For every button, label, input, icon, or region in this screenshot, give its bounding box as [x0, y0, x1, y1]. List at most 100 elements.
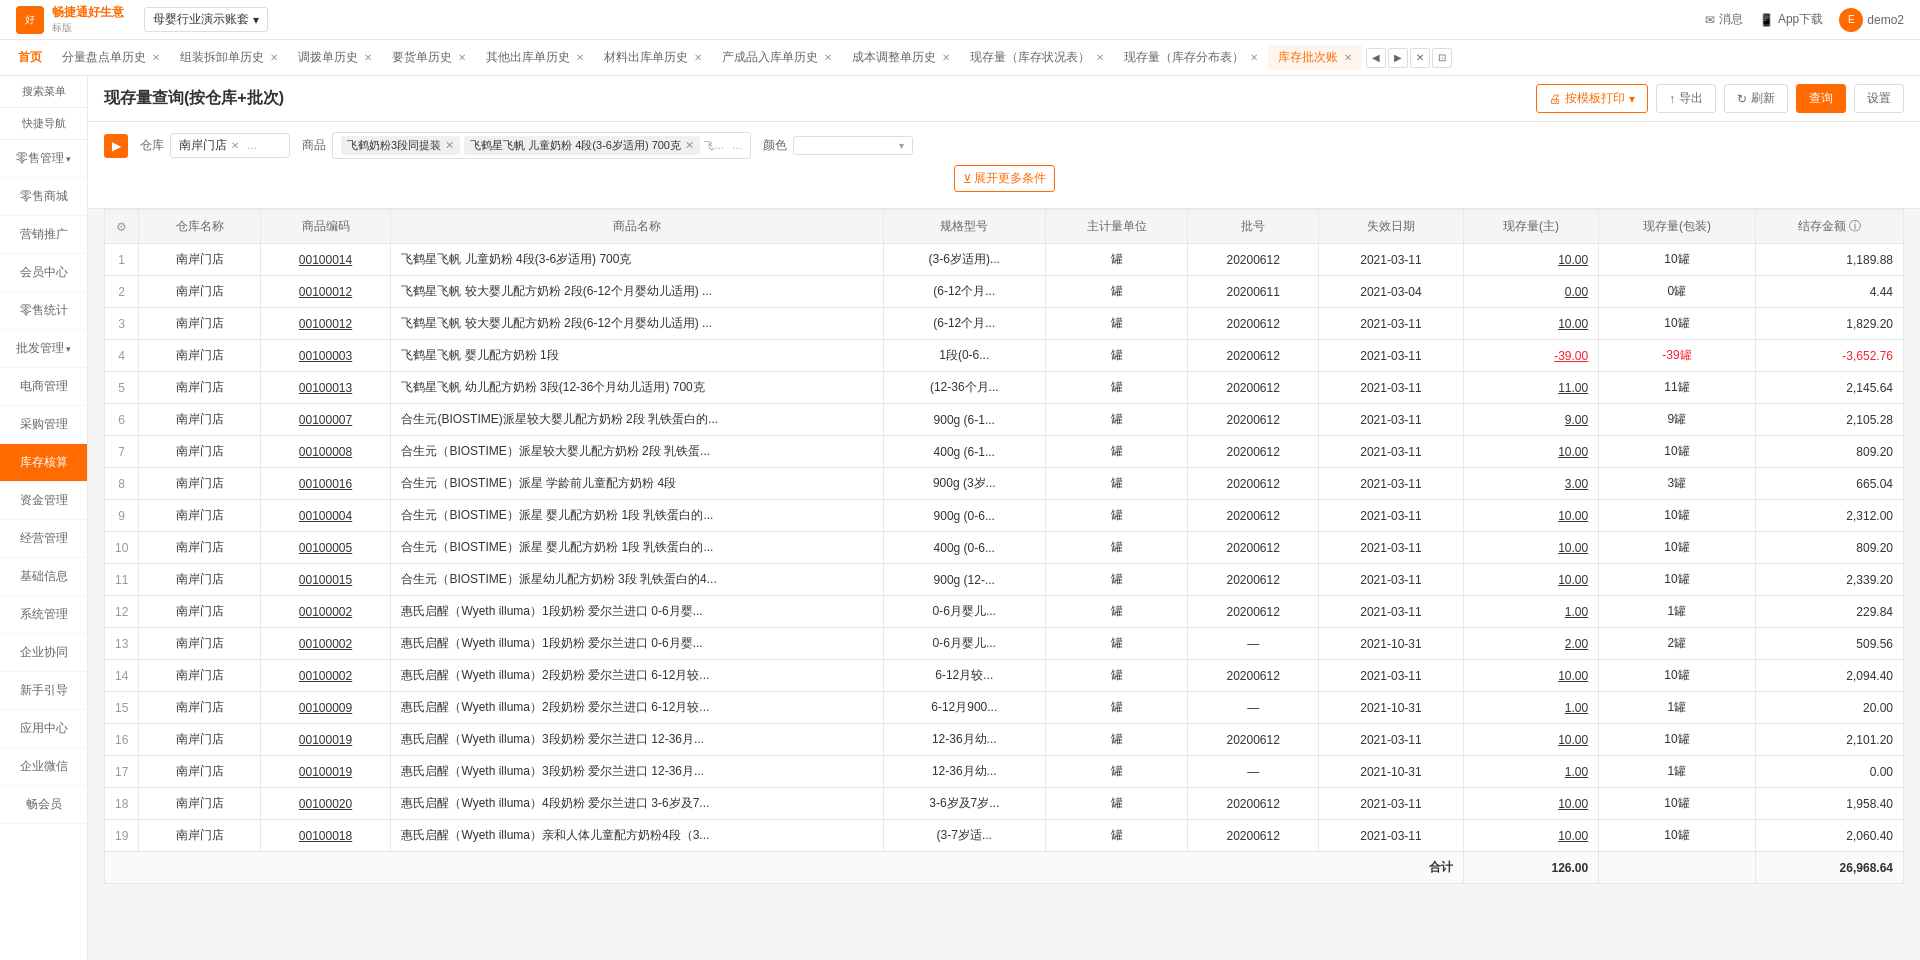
row-code[interactable]: 00100012	[260, 308, 391, 340]
row-code[interactable]: 00100007	[260, 404, 391, 436]
sidebar-item-system[interactable]: 系统管理	[0, 596, 87, 634]
row-qty[interactable]: 10.00	[1463, 820, 1598, 852]
row-qty[interactable]: 1.00	[1463, 596, 1598, 628]
row-code[interactable]: 00100002	[260, 596, 391, 628]
th-settings[interactable]: ⚙	[105, 210, 139, 244]
account-dropdown[interactable]: 母婴行业演示账套 ▾	[144, 7, 268, 32]
sidebar-item-retail-shop[interactable]: 零售商城	[0, 178, 87, 216]
tab-10[interactable]: 现存量（库存分布表） ✕	[1114, 45, 1268, 70]
nav-more[interactable]: ⊡	[1432, 48, 1452, 68]
row-code[interactable]: 00100019	[260, 724, 391, 756]
row-qty[interactable]: 3.00	[1463, 468, 1598, 500]
goods-tag-2[interactable]: 飞鹤星飞帆 儿童奶粉 4段(3-6岁适用) 700克 ✕	[464, 136, 700, 155]
row-code[interactable]: 00100013	[260, 372, 391, 404]
row-batch: 20200612	[1188, 660, 1319, 692]
row-code[interactable]: 00100012	[260, 276, 391, 308]
tab-5[interactable]: 其他出库单历史 ✕	[476, 45, 594, 70]
row-qty[interactable]: 10.00	[1463, 788, 1598, 820]
row-code[interactable]: 00100014	[260, 244, 391, 276]
tab-2[interactable]: 组装拆卸单历史 ✕	[170, 45, 288, 70]
sidebar-search[interactable]: 搜索菜单	[0, 76, 87, 108]
tab-11[interactable]: 库存批次账 ✕	[1268, 45, 1362, 70]
tab-7[interactable]: 产成品入库单历史 ✕	[712, 45, 842, 70]
row-qty[interactable]: 10.00	[1463, 500, 1598, 532]
sidebar-item-guide[interactable]: 新手引导	[0, 672, 87, 710]
row-code[interactable]: 00100009	[260, 692, 391, 724]
row-code[interactable]: 00100020	[260, 788, 391, 820]
row-qty[interactable]: 11.00	[1463, 372, 1598, 404]
app-download-btn[interactable]: 📱 App下载	[1759, 11, 1823, 28]
tab-6[interactable]: 材料出库单历史 ✕	[594, 45, 712, 70]
row-qty[interactable]: 1.00	[1463, 756, 1598, 788]
nav-next[interactable]: ▶	[1388, 48, 1408, 68]
tab-3[interactable]: 调拨单历史 ✕	[288, 45, 382, 70]
row-code[interactable]: 00100004	[260, 500, 391, 532]
sidebar-item-finance[interactable]: 资金管理	[0, 482, 87, 520]
row-qty[interactable]: 1.00	[1463, 692, 1598, 724]
export-btn[interactable]: ↑ 导出	[1656, 84, 1716, 113]
sidebar-item-basic-info[interactable]: 基础信息	[0, 558, 87, 596]
sidebar-item-purchase[interactable]: 采购管理	[0, 406, 87, 444]
print-btn[interactable]: 🖨 按模板打印 ▾	[1536, 84, 1648, 113]
nav-close[interactable]: ✕	[1410, 48, 1430, 68]
user-avatar[interactable]: E demo2	[1839, 8, 1904, 32]
warehouse-close-icon[interactable]: ✕	[231, 140, 239, 151]
refresh-btn[interactable]: ↻ 刷新	[1724, 84, 1788, 113]
row-qty[interactable]: 10.00	[1463, 308, 1598, 340]
tab-home[interactable]: 首页	[8, 45, 52, 70]
row-code[interactable]: 00100002	[260, 660, 391, 692]
row-qty[interactable]: 9.00	[1463, 404, 1598, 436]
goods-input[interactable]: 飞鹤奶粉3段同提装 ✕ 飞鹤星飞帆 儿童奶粉 4段(3-6岁适用) 700克 ✕…	[332, 132, 751, 159]
row-code[interactable]: 00100008	[260, 436, 391, 468]
sidebar-item-vip[interactable]: 畅会员	[0, 786, 87, 824]
table-row: 5 南岸门店 00100013 飞鹤星飞帆 幼儿配方奶粉 3段(12-36个月幼…	[105, 372, 1904, 404]
expand-btn[interactable]: ⊻ 展开更多条件	[954, 165, 1055, 192]
sidebar-item-inventory[interactable]: 库存核算	[0, 444, 87, 482]
warehouse-input[interactable]: 南岸门店 ✕ …	[170, 133, 290, 158]
sidebar-item-member[interactable]: 会员中心	[0, 254, 87, 292]
row-qty[interactable]: 10.00	[1463, 532, 1598, 564]
table-container[interactable]: ⚙ 仓库名称 商品编码 商品名称 规格型号 主计量单位 批号 失效日期 现存量(…	[88, 209, 1920, 960]
settings-btn[interactable]: 设置	[1854, 84, 1904, 113]
row-code[interactable]: 00100002	[260, 628, 391, 660]
row-qty[interactable]: 10.00	[1463, 564, 1598, 596]
filter-expand-arrow[interactable]: ▶	[104, 134, 128, 158]
color-input[interactable]: ▾	[793, 136, 913, 155]
row-code[interactable]: 00100019	[260, 756, 391, 788]
query-btn[interactable]: 查询	[1796, 84, 1846, 113]
row-code[interactable]: 00100016	[260, 468, 391, 500]
sidebar-item-marketing[interactable]: 营销推广	[0, 216, 87, 254]
goods-dots[interactable]: …	[732, 140, 742, 151]
tab-9[interactable]: 现存量（库存状况表） ✕	[960, 45, 1114, 70]
row-code[interactable]: 00100003	[260, 340, 391, 372]
tab-8[interactable]: 成本调整单历史 ✕	[842, 45, 960, 70]
tab-1[interactable]: 分量盘点单历史 ✕	[52, 45, 170, 70]
row-qty[interactable]: -39.00	[1463, 340, 1598, 372]
row-qty[interactable]: 10.00	[1463, 436, 1598, 468]
goods-tag-1[interactable]: 飞鹤奶粉3段同提装 ✕	[341, 136, 460, 155]
sidebar-quick[interactable]: 快捷导航	[0, 108, 87, 140]
row-qty[interactable]: 10.00	[1463, 244, 1598, 276]
sidebar-item-operations[interactable]: 经营管理	[0, 520, 87, 558]
row-qty[interactable]: 10.00	[1463, 724, 1598, 756]
row-qty[interactable]: 10.00	[1463, 660, 1598, 692]
message-btn[interactable]: ✉ 消息	[1705, 11, 1743, 28]
row-batch: 20200612	[1188, 820, 1319, 852]
nav-prev[interactable]: ◀	[1366, 48, 1386, 68]
warehouse-dots[interactable]: …	[247, 140, 257, 151]
column-settings-icon[interactable]: ⚙	[116, 220, 127, 234]
sidebar-item-retail-stats[interactable]: 零售统计	[0, 292, 87, 330]
row-code[interactable]: 00100018	[260, 820, 391, 852]
row-code[interactable]: 00100015	[260, 564, 391, 596]
sidebar-item-retail-mgmt[interactable]: 零售管理 ▾	[0, 140, 87, 178]
row-code[interactable]: 00100005	[260, 532, 391, 564]
sidebar-item-wechat[interactable]: 企业微信	[0, 748, 87, 786]
sidebar-item-wholesale[interactable]: 批发管理 ▾	[0, 330, 87, 368]
color-dropdown-icon[interactable]: ▾	[899, 140, 904, 151]
tab-4[interactable]: 要货单历史 ✕	[382, 45, 476, 70]
row-qty[interactable]: 2.00	[1463, 628, 1598, 660]
row-qty[interactable]: 0.00	[1463, 276, 1598, 308]
sidebar-item-app-center[interactable]: 应用中心	[0, 710, 87, 748]
sidebar-item-ecommerce[interactable]: 电商管理	[0, 368, 87, 406]
sidebar-item-enterprise[interactable]: 企业协同	[0, 634, 87, 672]
